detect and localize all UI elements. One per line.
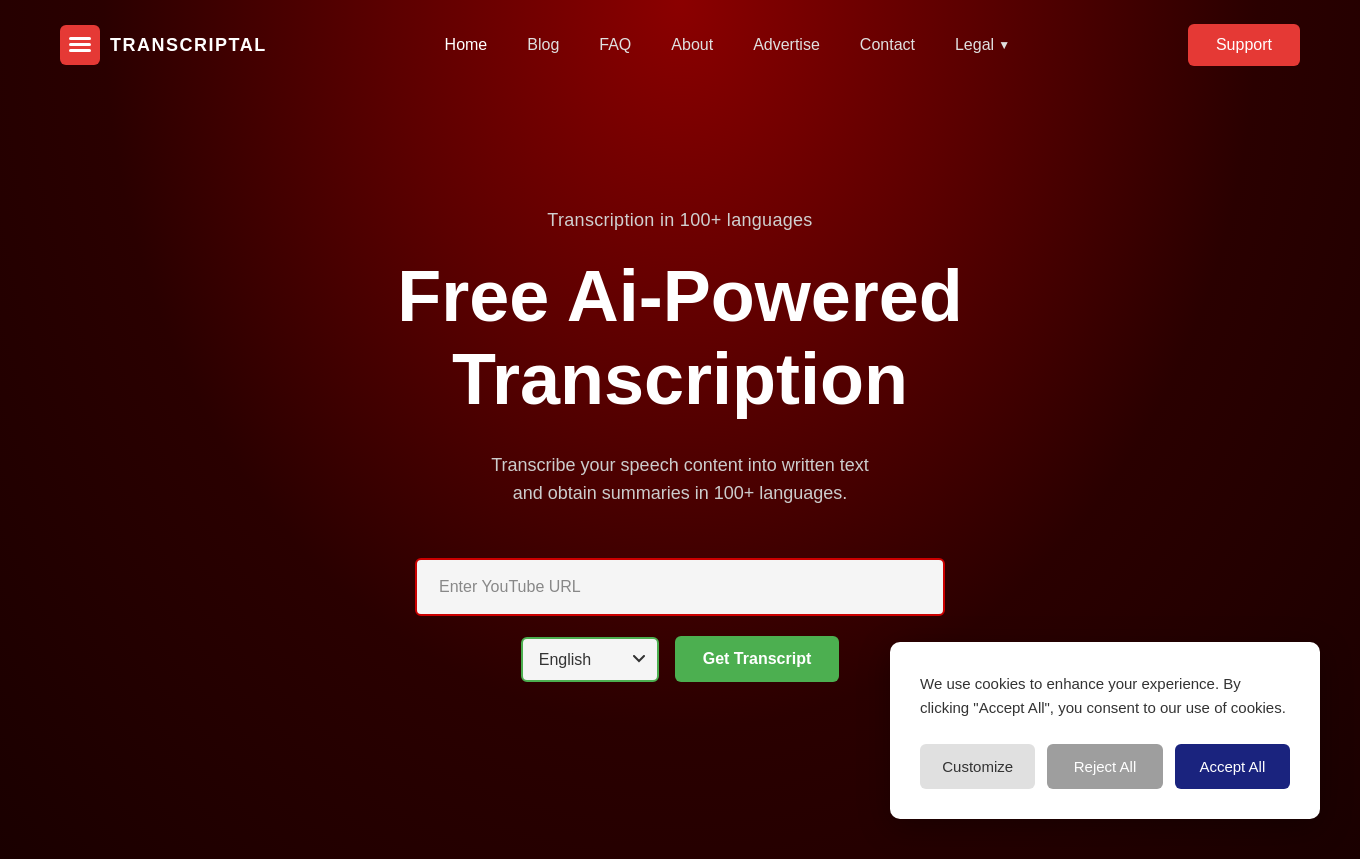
svg-rect-0 bbox=[69, 37, 91, 40]
nav-links: Home Blog FAQ About Advertise Contact Le… bbox=[445, 36, 1010, 54]
logo-text: TRANSCRIPTAL bbox=[110, 35, 267, 56]
nav-item-legal[interactable]: Legal ▼ bbox=[955, 36, 1010, 54]
language-select[interactable]: English Spanish French German Chinese Ja… bbox=[521, 637, 659, 682]
hero-subtitle: Transcription in 100+ languages bbox=[547, 210, 812, 231]
nav-link-blog[interactable]: Blog bbox=[527, 36, 559, 53]
hero-desc-line2: and obtain summaries in 100+ languages. bbox=[513, 483, 848, 503]
reject-all-button[interactable]: Reject All bbox=[1047, 744, 1162, 789]
nav-link-contact[interactable]: Contact bbox=[860, 36, 915, 53]
nav-link-faq[interactable]: FAQ bbox=[599, 36, 631, 53]
support-button[interactable]: Support bbox=[1188, 24, 1300, 66]
hero-title-line2: Transcription bbox=[452, 339, 908, 419]
url-input-container bbox=[415, 558, 945, 616]
navbar: TRANSCRIPTAL Home Blog FAQ About Adverti… bbox=[0, 0, 1360, 90]
nav-link-about[interactable]: About bbox=[671, 36, 713, 53]
logo-icon bbox=[60, 25, 100, 65]
cookie-banner: We use cookies to enhance your experienc… bbox=[890, 642, 1320, 819]
hero-desc-line1: Transcribe your speech content into writ… bbox=[491, 455, 869, 475]
nav-item-home[interactable]: Home bbox=[445, 36, 488, 54]
hero-description: Transcribe your speech content into writ… bbox=[491, 451, 869, 509]
nav-link-advertise[interactable]: Advertise bbox=[753, 36, 820, 53]
nav-item-advertise[interactable]: Advertise bbox=[753, 36, 820, 54]
get-transcript-button[interactable]: Get Transcript bbox=[675, 636, 839, 682]
svg-rect-1 bbox=[69, 43, 91, 46]
nav-item-about[interactable]: About bbox=[671, 36, 713, 54]
hero-title-line1: Free Ai-Powered bbox=[397, 256, 963, 336]
cookie-text: We use cookies to enhance your experienc… bbox=[920, 672, 1290, 720]
youtube-url-input[interactable] bbox=[415, 558, 945, 616]
controls-row: English Spanish French German Chinese Ja… bbox=[521, 636, 839, 682]
hero-section: Transcription in 100+ languages Free Ai-… bbox=[0, 90, 1360, 682]
hero-title: Free Ai-Powered Transcription bbox=[397, 255, 963, 421]
chevron-down-icon: ▼ bbox=[998, 38, 1010, 52]
customize-button[interactable]: Customize bbox=[920, 744, 1035, 789]
nav-link-legal: Legal bbox=[955, 36, 994, 54]
nav-item-faq[interactable]: FAQ bbox=[599, 36, 631, 54]
accept-all-button[interactable]: Accept All bbox=[1175, 744, 1290, 789]
svg-rect-2 bbox=[69, 49, 91, 52]
logo[interactable]: TRANSCRIPTAL bbox=[60, 25, 267, 65]
nav-item-blog[interactable]: Blog bbox=[527, 36, 559, 54]
nav-item-contact[interactable]: Contact bbox=[860, 36, 915, 54]
cookie-buttons: Customize Reject All Accept All bbox=[920, 744, 1290, 789]
nav-link-home[interactable]: Home bbox=[445, 36, 488, 53]
